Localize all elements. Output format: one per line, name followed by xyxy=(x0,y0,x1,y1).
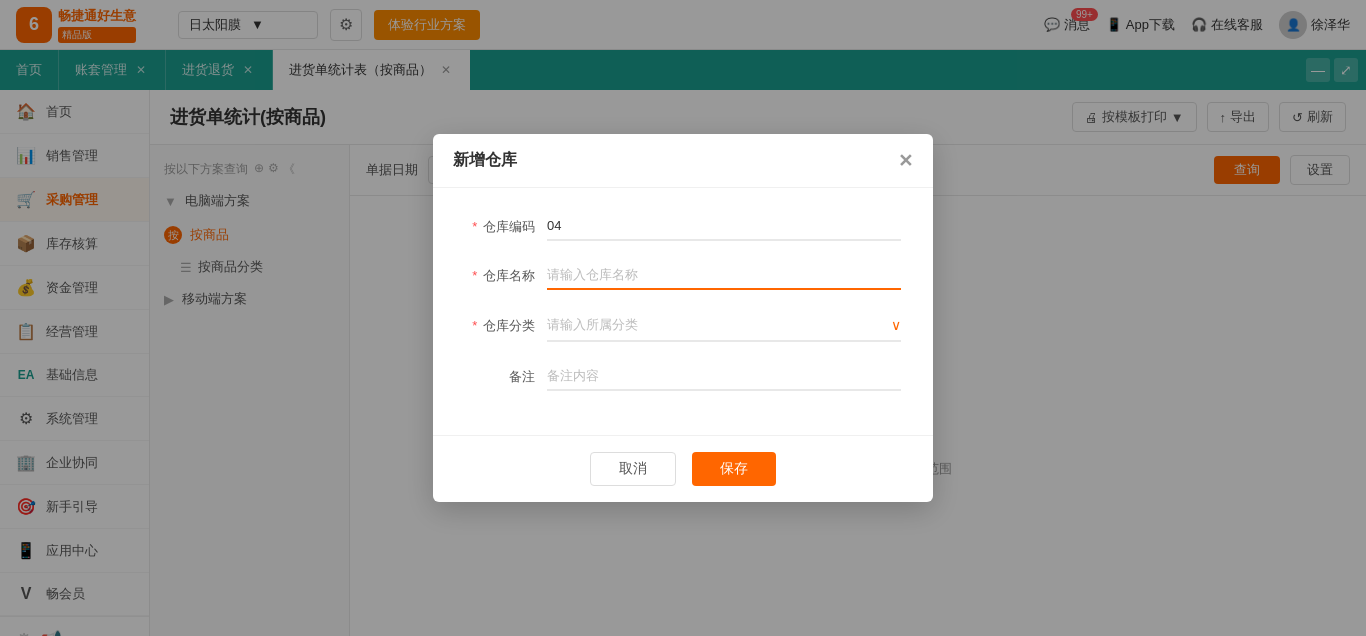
warehouse-name-input[interactable] xyxy=(547,261,901,290)
form-row-code: * 仓库编码 xyxy=(465,212,901,241)
category-placeholder: 请输入所属分类 xyxy=(547,316,638,334)
dialog-body: * 仓库编码 * 仓库名称 * 仓库分类 请输入所属 xyxy=(433,188,933,435)
dialog-title: 新增仓库 xyxy=(453,150,517,171)
form-row-note: 备注 xyxy=(465,362,901,391)
form-row-category: * 仓库分类 请输入所属分类 ∨ xyxy=(465,310,901,342)
dialog-footer: 取消 保存 xyxy=(433,435,933,502)
note-input[interactable] xyxy=(547,362,901,391)
required-mark-category: * xyxy=(472,318,477,333)
required-mark-code: * xyxy=(472,219,477,234)
dialog-overlay: 新增仓库 ✕ * 仓库编码 * 仓库名称 xyxy=(0,0,1366,636)
cancel-button[interactable]: 取消 xyxy=(590,452,676,486)
form-row-name: * 仓库名称 xyxy=(465,261,901,290)
required-mark-name: * xyxy=(472,268,477,283)
category-label: * 仓库分类 xyxy=(465,317,535,335)
code-label: * 仓库编码 xyxy=(465,218,535,236)
name-label: * 仓库名称 xyxy=(465,267,535,285)
dialog-close-button[interactable]: ✕ xyxy=(898,152,913,170)
category-selector[interactable]: 请输入所属分类 ∨ xyxy=(547,310,901,342)
save-button[interactable]: 保存 xyxy=(692,452,776,486)
warehouse-code-input[interactable] xyxy=(547,212,901,241)
category-chevron-icon: ∨ xyxy=(891,317,901,333)
note-label: 备注 xyxy=(465,368,535,386)
dialog-header: 新增仓库 ✕ xyxy=(433,134,933,188)
add-warehouse-dialog: 新增仓库 ✕ * 仓库编码 * 仓库名称 xyxy=(433,134,933,502)
